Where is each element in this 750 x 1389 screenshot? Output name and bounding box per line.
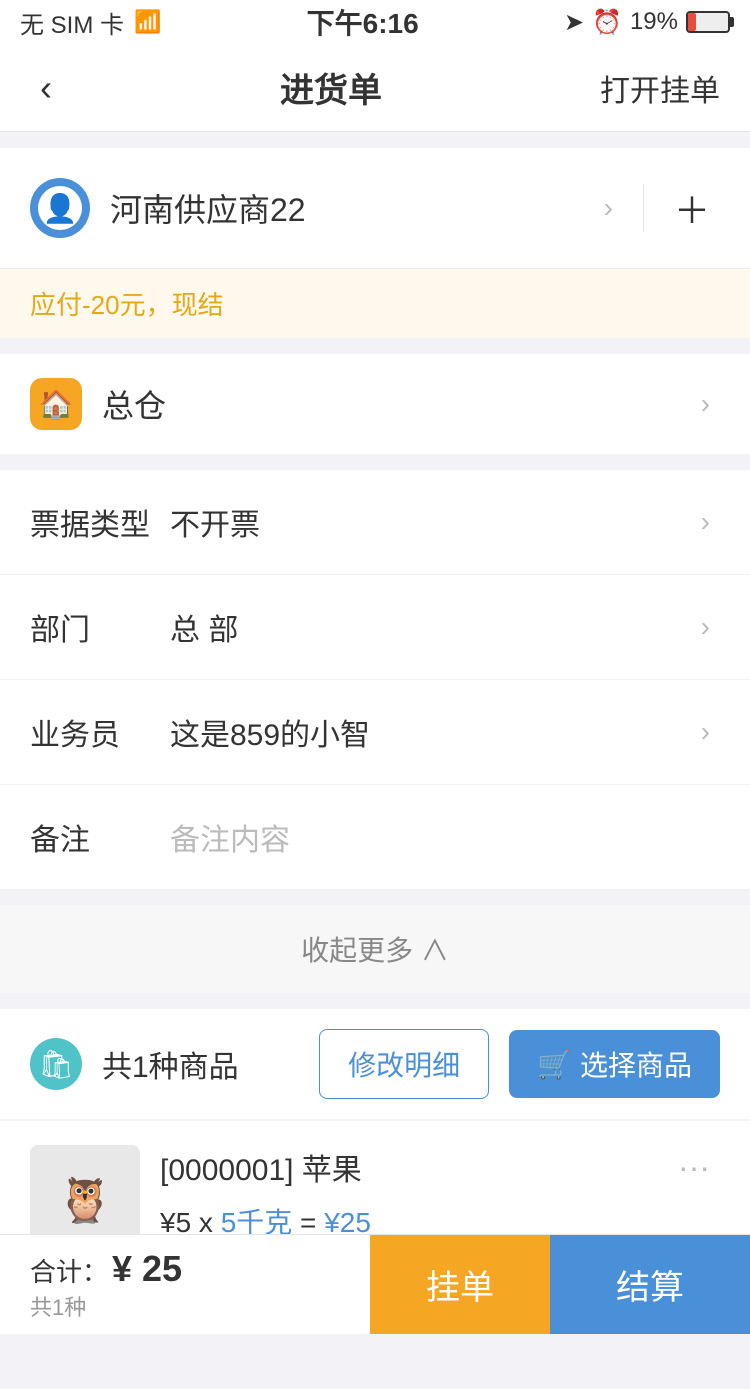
product-code: [0000001] [160,1154,302,1187]
chevron-right-icon-5: › [701,716,710,748]
supplier-row[interactable]: 👤 河南供应商22 › ＋ [0,148,750,269]
remark-placeholder: 备注内容 [170,815,720,859]
products-icon-wrap: 🛍 [30,1038,82,1090]
select-product-label: 选择商品 [580,1044,692,1084]
chevron-right-icon: › [604,192,613,224]
supplier-card: 👤 河南供应商22 › ＋ 应付-20元，现结 [0,148,750,338]
page-title: 进货单 [280,63,382,112]
warehouse-icon-wrap: 🏠 [30,378,82,430]
open-hang-button[interactable]: 打开挂单 [600,66,720,110]
warehouse-label: 总仓 [102,381,701,427]
battery-text: 19% [630,8,678,36]
status-bar: 无 SIM 卡 📶 下午6:16 ➤ ⏰ 19% [0,0,750,44]
invoice-type-value: 不开票 [170,500,701,544]
back-button[interactable]: ‹ [30,57,62,119]
chevron-right-icon-3: › [701,506,710,538]
salesperson-row[interactable]: 业务员 这是859的小智 › [0,680,750,785]
location-icon: ➤ [564,8,584,37]
main-content: 👤 河南供应商22 › ＋ 应付-20元，现结 🏠 总仓 › 票据类型 不开票 … [0,132,750,1389]
product-thumb-icon: 🦉 [58,1174,113,1226]
checkout-label: 结算 [616,1260,684,1309]
alarm-icon: ⏰ [592,8,622,37]
total-amount: ¥ 25 [112,1248,182,1290]
warehouse-card: 🏠 总仓 › [0,354,750,454]
remark-label: 备注 [30,815,170,859]
department-value: 总 部 [170,605,701,649]
supplier-name: 河南供应商22 [110,185,604,231]
person-icon: 👤 [43,192,78,225]
products-count: 共1种商品 [102,1042,299,1086]
battery-icon [686,11,730,33]
total-count: 共1种 [30,1290,340,1322]
chevron-right-icon-2: › [701,388,710,420]
invoice-type-row[interactable]: 票据类型 不开票 › [0,470,750,575]
spacer [0,132,750,148]
salesperson-label: 业务员 [30,710,170,754]
total-section: 合计： ¥ 25 共1种 [0,1235,370,1334]
select-product-button[interactable]: 🛒 选择商品 [509,1030,720,1098]
form-card: 票据类型 不开票 › 部门 总 部 › 业务员 这是859的小智 › 备注 备注… [0,470,750,889]
vertical-divider [643,184,644,232]
select-product-icon: 🛒 [537,1048,572,1081]
supplier-status-banner: 应付-20元，现结 [0,269,750,338]
products-header: 🛍 共1种商品 修改明细 🛒 选择商品 [0,1009,750,1119]
hang-button[interactable]: 挂单 [370,1235,550,1334]
hang-label: 挂单 [426,1260,494,1309]
checkout-button[interactable]: 结算 [550,1235,750,1334]
edit-detail-button[interactable]: 修改明细 [319,1029,489,1099]
warehouse-row[interactable]: 🏠 总仓 › [0,354,750,454]
collapse-toggle[interactable]: 收起更多 ∧ [0,905,750,993]
status-time: 下午6:16 [307,2,419,42]
wifi-icon: 📶 [134,9,161,35]
warehouse-icon: 🏠 [39,388,74,421]
product-info: [0000001] 苹果 ¥5 x 5千克 = ¥25 [160,1145,648,1241]
add-icon[interactable]: ＋ [664,172,720,244]
nav-bar: ‹ 进货单 打开挂单 [0,44,750,132]
salesperson-value: 这是859的小智 [170,710,701,754]
bottom-bar: 合计： ¥ 25 共1种 挂单 结算 [0,1234,750,1334]
product-name: [0000001] 苹果 [160,1145,648,1189]
product-title: 苹果 [302,1154,362,1187]
status-right: ➤ ⏰ 19% [564,8,730,37]
status-left: 无 SIM 卡 📶 [20,5,161,40]
carrier-text: 无 SIM 卡 [20,5,124,40]
total-label: 合计： [30,1252,108,1289]
product-more-button[interactable]: ··· [668,1145,720,1190]
chevron-right-icon-4: › [701,611,710,643]
invoice-type-label: 票据类型 [30,500,170,544]
supplier-status-text: 应付-20元，现结 [30,290,224,320]
battery-fill [688,13,696,31]
department-label: 部门 [30,605,170,649]
supplier-avatar: 👤 [30,178,90,238]
department-row[interactable]: 部门 总 部 › [0,575,750,680]
remark-row[interactable]: 备注 备注内容 [0,785,750,889]
spacer2 [0,993,750,1009]
collapse-label: 收起更多 ∧ [301,935,449,966]
cart-icon: 🛍 [38,1048,74,1081]
